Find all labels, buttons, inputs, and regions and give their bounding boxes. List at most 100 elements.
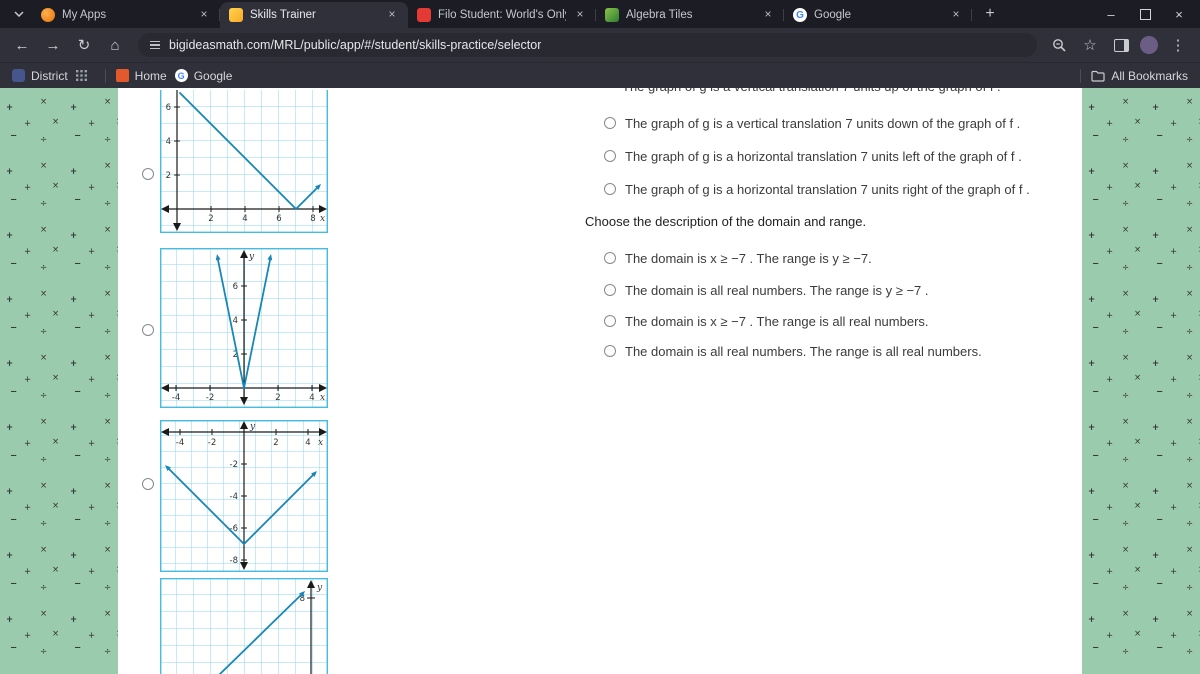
radio-vertical-down[interactable] <box>604 117 616 129</box>
option-label: The domain is x ≥ −7 . The range is y ≥ … <box>625 251 872 266</box>
graph-option-4[interactable]: 8 y <box>160 578 328 674</box>
apps-grid-icon[interactable] <box>75 70 87 81</box>
bookmark-google[interactable]: Google <box>194 69 233 83</box>
forward-button[interactable]: → <box>41 33 65 57</box>
graph-option-1-figure: 2 4 6 8 2 4 6 x <box>160 90 328 233</box>
svg-text:y: y <box>248 252 255 262</box>
domain-range-heading: Choose the description of the domain and… <box>585 214 867 229</box>
magnifier-minus-icon <box>1053 39 1066 52</box>
window-minimize-button[interactable]: – <box>1104 7 1118 22</box>
svg-text:-4: -4 <box>172 393 180 403</box>
clipped-option-row: The graph of g is a vertical translation… <box>622 88 1001 96</box>
menu-icon[interactable]: ⋮ <box>1166 33 1190 57</box>
home-button[interactable]: ⌂ <box>103 33 127 57</box>
svg-text:-2: -2 <box>206 393 214 403</box>
svg-text:2: 2 <box>166 171 171 181</box>
tab-algebra-tiles[interactable]: Algebra Tiles × <box>596 2 784 28</box>
svg-text:-4: -4 <box>230 492 238 502</box>
svg-text:6: 6 <box>276 214 281 224</box>
svg-text:x: x <box>320 214 325 224</box>
reload-button[interactable]: ↻ <box>72 33 96 57</box>
option-label: The domain is all real numbers. The rang… <box>625 344 982 359</box>
radio-horizontal-left[interactable] <box>604 150 616 162</box>
graph-option-3-figure: -4 -2 2 4 -2 -4 -6 -8 x y <box>159 419 329 573</box>
my-apps-favicon <box>41 8 55 22</box>
svg-text:-8: -8 <box>230 556 238 566</box>
graph-option-3[interactable]: -4 -2 2 4 -2 -4 -6 -8 x y <box>159 419 329 577</box>
skills-trainer-favicon <box>229 8 243 22</box>
tab-close-icon[interactable]: × <box>949 8 963 22</box>
bookmark-district[interactable]: District <box>31 69 68 83</box>
tab-close-icon[interactable]: × <box>385 8 399 22</box>
google-g-glyph: G <box>796 9 804 21</box>
url-text: bigideasmath.com/MRL/public/app/#/studen… <box>169 38 542 52</box>
radio-graph-option-3[interactable] <box>142 478 154 490</box>
svg-text:4: 4 <box>242 214 247 224</box>
option-row: The graph of g is a vertical translation… <box>604 116 1020 133</box>
address-bar[interactable]: bigideasmath.com/MRL/public/app/#/studen… <box>138 33 1037 57</box>
bookmarks-separator <box>1080 68 1082 83</box>
option-label: The graph of g is a horizontal translati… <box>625 149 1022 164</box>
svg-text:2: 2 <box>208 214 213 224</box>
svg-text:4: 4 <box>166 137 171 147</box>
option-row: The domain is all real numbers. The rang… <box>604 283 929 300</box>
new-tab-button[interactable]: + <box>978 2 1002 26</box>
tab-close-icon[interactable]: × <box>573 8 587 22</box>
radio-graph-option-1[interactable] <box>142 168 154 180</box>
tab-skills-trainer[interactable]: Skills Trainer × <box>220 2 408 28</box>
tab-label: Algebra Tiles <box>626 9 693 21</box>
tab-close-icon[interactable]: × <box>197 8 211 22</box>
bookmarks-separator <box>104 68 106 83</box>
bookmark-home[interactable]: Home <box>135 69 167 83</box>
tab-label: My Apps <box>62 9 107 21</box>
tab-strip: My Apps × Skills Trainer × Filo Student:… <box>0 0 1200 28</box>
svg-text:6: 6 <box>166 103 171 113</box>
radio-domain-range-3[interactable] <box>604 315 616 327</box>
tab-google[interactable]: G Google × <box>784 2 972 28</box>
window-close-button[interactable]: × <box>1172 7 1186 22</box>
radio-domain-range-1[interactable] <box>604 252 616 264</box>
window-maximize-button[interactable] <box>1138 7 1152 21</box>
google-g-glyph: G <box>177 70 185 81</box>
graph-option-1[interactable]: 2 4 6 8 2 4 6 x <box>160 90 328 238</box>
svg-text:-2: -2 <box>208 438 216 448</box>
svg-text:-4: -4 <box>176 438 184 448</box>
side-panel-icon[interactable] <box>1109 33 1133 57</box>
site-settings-icon[interactable] <box>150 38 160 51</box>
grid-glyph <box>75 70 87 81</box>
radio-domain-range-2[interactable] <box>604 284 616 296</box>
all-bookmarks-button[interactable]: All Bookmarks <box>1111 69 1188 83</box>
bookmark-star-icon[interactable]: ☆ <box>1078 33 1102 57</box>
page-content: + × − ÷ × + + × − ÷ × + <box>0 88 1200 674</box>
radio-graph-option-2[interactable] <box>142 324 154 336</box>
svg-text:x: x <box>318 438 323 448</box>
tab-close-icon[interactable]: × <box>761 8 775 22</box>
tab-label: Skills Trainer <box>250 9 316 21</box>
back-button[interactable]: ← <box>10 33 34 57</box>
radio-horizontal-right[interactable] <box>604 183 616 195</box>
profile-avatar[interactable] <box>1140 36 1158 54</box>
svg-text:8: 8 <box>310 214 315 224</box>
zoom-icon[interactable] <box>1047 33 1071 57</box>
option-row: The graph of g is a horizontal translati… <box>604 149 1022 166</box>
graph-option-2[interactable]: -4 -2 2 4 2 4 6 x y <box>159 247 329 413</box>
google-favicon: G <box>793 8 807 22</box>
tab-my-apps[interactable]: My Apps × <box>32 2 220 28</box>
svg-text:4: 4 <box>309 393 314 403</box>
tab-search-button[interactable] <box>8 3 30 25</box>
svg-text:4: 4 <box>305 438 310 448</box>
radio-domain-range-4[interactable] <box>604 345 616 357</box>
option-row: The domain is all real numbers. The rang… <box>604 344 982 361</box>
tab-label: Google <box>814 9 852 21</box>
svg-text:2: 2 <box>273 438 278 448</box>
tab-filo-student[interactable]: Filo Student: World's Only Live × <box>408 2 596 28</box>
math-pattern-right: + × − ÷ × + <box>1082 88 1200 674</box>
window-controls: – × <box>1090 0 1200 28</box>
option-row: The domain is x ≥ −7 . The range is y ≥ … <box>604 251 872 268</box>
option-row: The graph of g is a horizontal translati… <box>604 182 1030 199</box>
option-label: The graph of g is a horizontal translati… <box>625 182 1030 197</box>
tab-label: Filo Student: World's Only Live <box>438 9 566 21</box>
svg-text:4: 4 <box>233 316 238 326</box>
svg-text:y: y <box>249 422 256 432</box>
svg-text:-2: -2 <box>230 460 238 470</box>
